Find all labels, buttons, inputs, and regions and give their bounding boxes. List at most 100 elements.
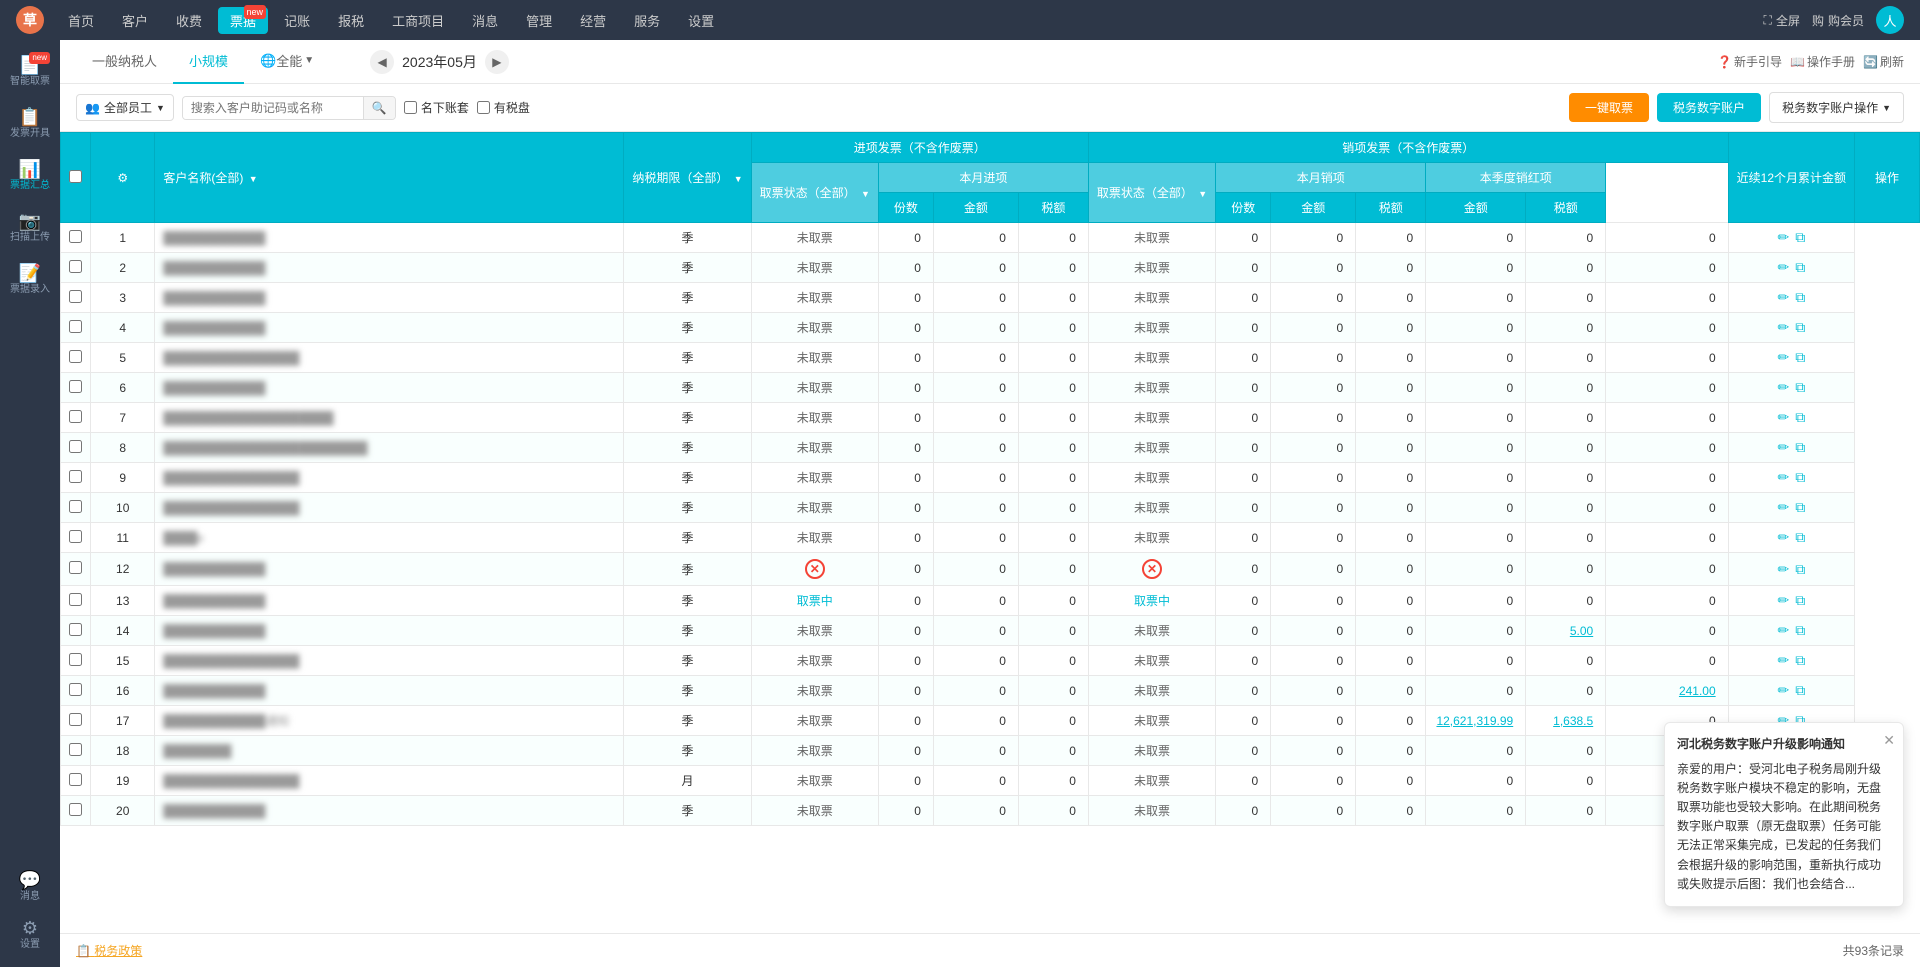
row-cumul-tax[interactable]: 1,638.5 [1526, 706, 1606, 736]
row-cumul-amount[interactable]: 12,621,319.99 [1426, 706, 1526, 736]
nav-service[interactable]: 服务 [622, 7, 672, 34]
nav-client[interactable]: 客户 [110, 7, 160, 34]
next-month-btn[interactable]: ▶ [485, 50, 509, 74]
nav-manage[interactable]: 管理 [514, 7, 564, 34]
new-guide-btn[interactable]: ❓ 新手引导 [1717, 53, 1782, 70]
copy-icon[interactable]: ⧉ [1795, 319, 1805, 336]
digital-account-btn[interactable]: 税务数字账户 [1657, 93, 1761, 122]
copy-icon[interactable]: ⧉ [1795, 439, 1805, 456]
sidebar-item-summary[interactable]: 📊 票据汇总 [4, 152, 56, 200]
prev-month-btn[interactable]: ◀ [370, 50, 394, 74]
tab-all[interactable]: 🌐 全能 ▼ [244, 40, 330, 84]
row-checkbox[interactable] [69, 623, 82, 636]
copy-icon[interactable]: ⧉ [1795, 592, 1805, 609]
edit-icon[interactable]: ✏ [1777, 349, 1789, 366]
tax-disk-checkbox-label[interactable]: 有税盘 [477, 99, 530, 116]
nav-home[interactable]: 首页 [56, 7, 106, 34]
search-button[interactable]: 🔍 [363, 97, 395, 119]
copy-icon[interactable]: ⧉ [1795, 469, 1805, 486]
copy-icon[interactable]: ⧉ [1795, 229, 1805, 246]
nav-charge[interactable]: 收费 [164, 7, 214, 34]
nav-tax[interactable]: 报税 [326, 7, 376, 34]
row-12m[interactable]: 241.00 [1606, 676, 1728, 706]
edit-icon[interactable]: ✏ [1777, 529, 1789, 546]
edit-icon[interactable]: ✏ [1777, 229, 1789, 246]
nav-business[interactable]: 工商项目 [380, 7, 456, 34]
tab-general[interactable]: 一般纳税人 [76, 40, 173, 84]
edit-icon[interactable]: ✏ [1777, 319, 1789, 336]
in-status-filter-icon[interactable]: ▼ [861, 189, 870, 199]
row-checkbox[interactable] [69, 290, 82, 303]
edit-icon[interactable]: ✏ [1777, 289, 1789, 306]
ledger-checkbox[interactable] [404, 101, 417, 114]
copy-icon[interactable]: ⧉ [1795, 409, 1805, 426]
nav-invoice[interactable]: 票据 new [218, 7, 268, 34]
edit-icon[interactable]: ✏ [1777, 469, 1789, 486]
sidebar-item-config[interactable]: ⚙ 设置 [4, 911, 56, 959]
sidebar-item-msg[interactable]: 💬 消息 [4, 863, 56, 911]
sidebar-item-entry[interactable]: 📝 票据录入 [4, 256, 56, 304]
copy-icon[interactable]: ⧉ [1795, 682, 1805, 699]
client-filter-icon[interactable]: ▼ [249, 174, 258, 184]
one-click-fetch-btn[interactable]: 一键取票 [1569, 93, 1649, 122]
copy-icon[interactable]: ⧉ [1795, 379, 1805, 396]
edit-icon[interactable]: ✏ [1777, 499, 1789, 516]
row-checkbox[interactable] [69, 530, 82, 543]
row-checkbox[interactable] [69, 653, 82, 666]
copy-icon[interactable]: ⧉ [1795, 652, 1805, 669]
nav-operation[interactable]: 经营 [568, 7, 618, 34]
edit-icon[interactable]: ✏ [1777, 259, 1789, 276]
row-checkbox[interactable] [69, 713, 82, 726]
edit-icon[interactable]: ✏ [1777, 379, 1789, 396]
sidebar-item-open-invoice[interactable]: 📋 发票开具 [4, 100, 56, 148]
copy-icon[interactable]: ⧉ [1795, 622, 1805, 639]
copy-icon[interactable]: ⧉ [1795, 561, 1805, 578]
row-checkbox[interactable] [69, 743, 82, 756]
manual-btn[interactable]: 📖 操作手册 [1790, 53, 1855, 70]
period-filter-icon[interactable]: ▼ [734, 174, 743, 184]
edit-icon[interactable]: ✏ [1777, 592, 1789, 609]
row-checkbox[interactable] [69, 380, 82, 393]
row-checkbox[interactable] [69, 440, 82, 453]
sidebar-item-smart-ticket[interactable]: 📄 智能取票 new [4, 48, 56, 96]
sidebar-item-scan[interactable]: 📷 扫描上传 [4, 204, 56, 252]
tax-disk-checkbox[interactable] [477, 101, 490, 114]
row-checkbox[interactable] [69, 350, 82, 363]
employee-select[interactable]: 👥 全部员工 ▼ [76, 94, 174, 121]
row-checkbox[interactable] [69, 500, 82, 513]
nav-accounting[interactable]: 记账 [272, 7, 322, 34]
digital-account-op-btn[interactable]: 税务数字账户操作 ▼ [1769, 92, 1904, 123]
row-checkbox[interactable] [69, 260, 82, 273]
out-status-filter-icon[interactable]: ▼ [1198, 189, 1207, 199]
edit-icon[interactable]: ✏ [1777, 622, 1789, 639]
row-cumul-tax[interactable]: 5.00 [1526, 616, 1606, 646]
row-checkbox[interactable] [69, 683, 82, 696]
tax-policy-link[interactable]: 📋 税务政策 [76, 942, 142, 959]
row-checkbox[interactable] [69, 320, 82, 333]
select-all-checkbox[interactable] [69, 170, 82, 183]
notice-close-btn[interactable]: ✕ [1883, 729, 1895, 751]
row-checkbox[interactable] [69, 230, 82, 243]
copy-icon[interactable]: ⧉ [1795, 259, 1805, 276]
avatar[interactable]: 人 [1876, 6, 1904, 34]
row-checkbox[interactable] [69, 561, 82, 574]
row-checkbox[interactable] [69, 593, 82, 606]
member-btn[interactable]: 购 购会员 [1812, 12, 1864, 29]
edit-icon[interactable]: ✏ [1777, 409, 1789, 426]
nav-message[interactable]: 消息 [460, 7, 510, 34]
row-checkbox[interactable] [69, 470, 82, 483]
edit-icon[interactable]: ✏ [1777, 561, 1789, 578]
copy-icon[interactable]: ⧉ [1795, 499, 1805, 516]
refresh-btn[interactable]: 🔄 刷新 [1863, 53, 1904, 70]
row-checkbox[interactable] [69, 803, 82, 816]
copy-icon[interactable]: ⧉ [1795, 349, 1805, 366]
edit-icon[interactable]: ✏ [1777, 439, 1789, 456]
tab-small[interactable]: 小规模 [173, 40, 244, 84]
fullscreen-btn[interactable]: ⛶ 全屏 [1764, 12, 1800, 29]
row-checkbox[interactable] [69, 773, 82, 786]
edit-icon[interactable]: ✏ [1777, 682, 1789, 699]
row-checkbox[interactable] [69, 410, 82, 423]
nav-settings[interactable]: 设置 [676, 7, 726, 34]
ledger-checkbox-label[interactable]: 名下账套 [404, 99, 469, 116]
copy-icon[interactable]: ⧉ [1795, 289, 1805, 306]
